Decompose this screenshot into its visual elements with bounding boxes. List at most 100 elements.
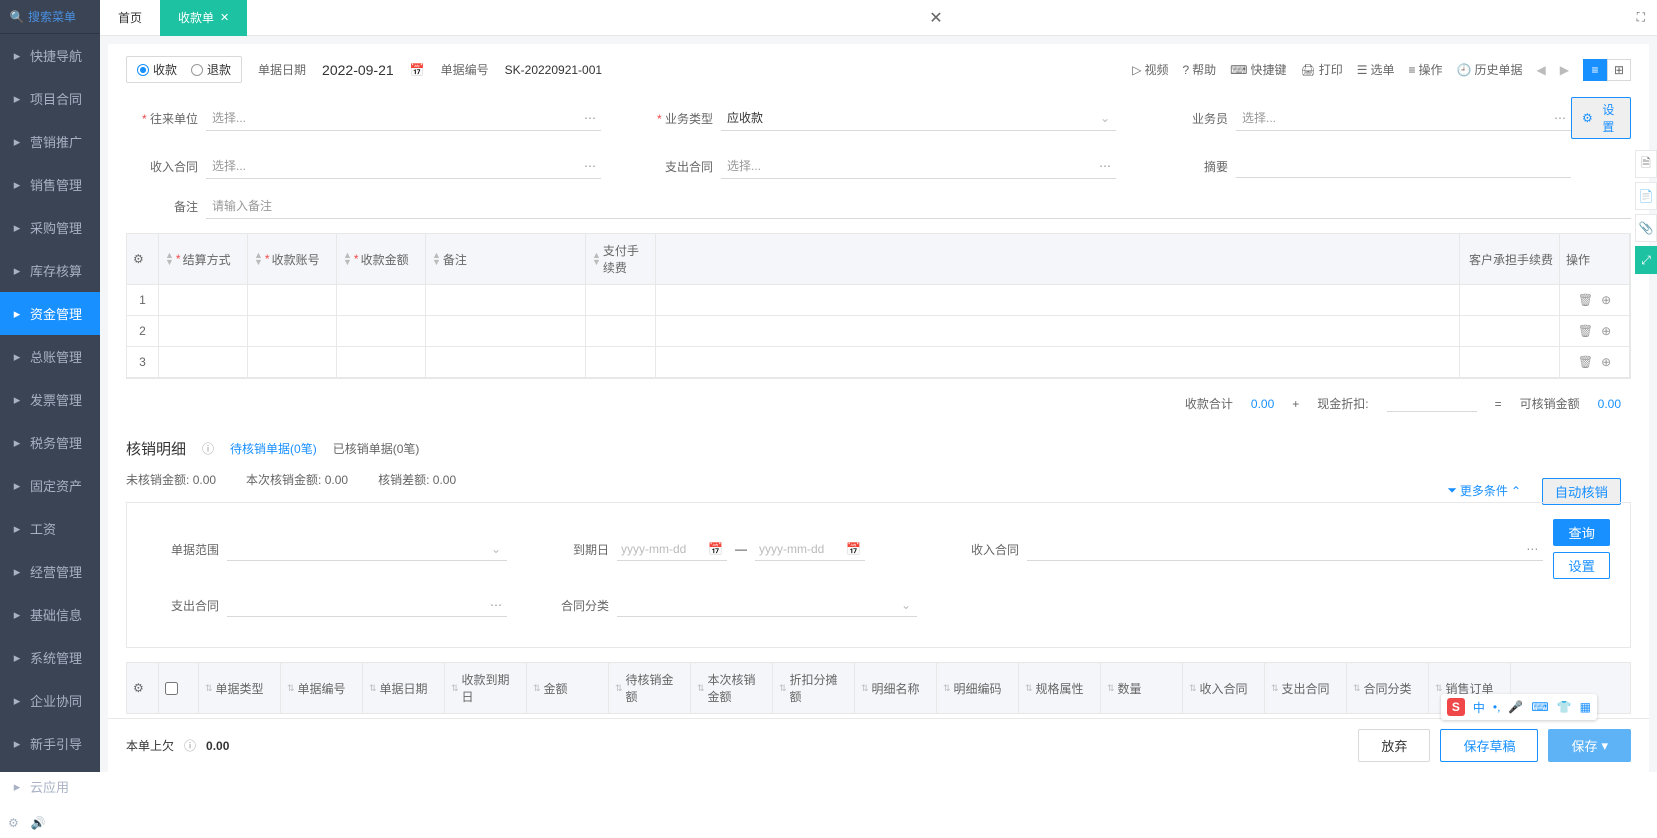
sidebar-item-0[interactable]: ▸快捷导航: [0, 34, 100, 77]
ime-skin-icon[interactable]: 👕: [1557, 700, 1572, 714]
sidebar-item-16[interactable]: ▸新手引导: [0, 722, 100, 765]
discount-input[interactable]: [1387, 396, 1477, 412]
calendar-icon[interactable]: 📅: [410, 63, 425, 77]
t1-col-4[interactable]: ▲▼支付手续费: [586, 234, 656, 285]
t2-col-13[interactable]: ⇅支出合同: [1265, 663, 1347, 713]
delete-icon[interactable]: 🗑: [1578, 355, 1593, 369]
pending-tab[interactable]: 待核销单据(0笔): [230, 440, 317, 457]
t1-col-0[interactable]: ▲▼* 结算方式: [159, 234, 248, 285]
save-draft-button[interactable]: 保存草稿: [1440, 729, 1538, 762]
search-menu[interactable]: 🔍 搜索菜单: [0, 0, 100, 34]
checkbox-all[interactable]: [159, 663, 199, 713]
t2-col-9[interactable]: ⇅明细编码: [937, 663, 1019, 713]
f-outcontract-input[interactable]: ⋯: [227, 593, 507, 617]
incontract-input[interactable]: 选择...⋯: [206, 153, 601, 179]
query-button[interactable]: 查询: [1553, 519, 1610, 546]
cell[interactable]: [337, 316, 426, 347]
sidebar-item-12[interactable]: ▸经营管理: [0, 550, 100, 593]
unit-input[interactable]: 选择...⋯: [206, 105, 601, 131]
sidebar-item-8[interactable]: ▸发票管理: [0, 378, 100, 421]
print-action[interactable]: 🖨 打印: [1301, 61, 1343, 78]
cell[interactable]: [248, 316, 337, 347]
sidebar-item-17[interactable]: ▸云应用: [0, 765, 100, 808]
info-icon[interactable]: ⓘ: [184, 737, 196, 754]
cell[interactable]: [248, 347, 337, 378]
f-cat-select[interactable]: ⌄: [617, 593, 917, 617]
cell[interactable]: [1460, 316, 1560, 347]
checkbox[interactable]: [165, 682, 178, 695]
t2-col-0[interactable]: ⇅单据类型: [199, 663, 281, 713]
tab-receipt[interactable]: 收款单 ✕: [160, 0, 247, 36]
hotkey-action[interactable]: ⌨ 快捷键: [1230, 61, 1286, 78]
t1-col-3[interactable]: ▲▼备注: [426, 234, 586, 285]
cell[interactable]: [586, 347, 656, 378]
sidebar-item-1[interactable]: ▸项目合同: [0, 77, 100, 120]
cell[interactable]: [159, 316, 248, 347]
sidebar-item-3[interactable]: ▸销售管理: [0, 163, 100, 206]
settings-button[interactable]: ⚙ 设置: [1571, 97, 1631, 139]
cell[interactable]: [586, 285, 656, 316]
more-icon[interactable]: ⋯: [1554, 111, 1565, 125]
f-incontract-input[interactable]: ⋯: [1027, 537, 1543, 561]
rail-attach-icon[interactable]: 📎: [1635, 214, 1657, 242]
remark-input[interactable]: 请输入备注: [206, 193, 1631, 219]
sidebar-item-14[interactable]: ▸系统管理: [0, 636, 100, 679]
operate-action[interactable]: ≡ 操作: [1409, 61, 1443, 78]
info-icon[interactable]: ⓘ: [202, 440, 214, 457]
sidebar-item-5[interactable]: ▸库存核算: [0, 249, 100, 292]
sidebar-item-7[interactable]: ▸总账管理: [0, 335, 100, 378]
t2-col-12[interactable]: ⇅收入合同: [1183, 663, 1265, 713]
ime-keyboard-icon[interactable]: ⌨: [1531, 700, 1548, 714]
add-icon[interactable]: ⊕: [1601, 355, 1611, 369]
table-row[interactable]: 3🗑⊕: [127, 347, 1630, 378]
t2-col-14[interactable]: ⇅合同分类: [1347, 663, 1429, 713]
rail-expand-icon[interactable]: ⤢: [1635, 246, 1657, 274]
summary-input[interactable]: [1236, 154, 1571, 178]
more-icon[interactable]: ⋯: [584, 159, 595, 173]
t1-col-1[interactable]: ▲▼* 收款账号: [248, 234, 337, 285]
cell[interactable]: [1460, 347, 1560, 378]
sales-input[interactable]: 选择...⋯: [1236, 105, 1571, 131]
t2-col-8[interactable]: ⇅明细名称: [855, 663, 937, 713]
cell[interactable]: [159, 285, 248, 316]
view-list-icon[interactable]: ≡: [1583, 59, 1607, 81]
more-icon[interactable]: ⋯: [490, 598, 501, 612]
fullscreen-icon[interactable]: ⛶: [1625, 10, 1657, 25]
cell[interactable]: [248, 285, 337, 316]
table-row[interactable]: 1🗑⊕: [127, 285, 1630, 316]
filter-set-button[interactable]: 设置: [1553, 552, 1610, 579]
date-value[interactable]: 2022-09-21: [322, 62, 394, 78]
cell[interactable]: [656, 347, 1460, 378]
delete-icon[interactable]: 🗑: [1578, 293, 1593, 307]
gear-header-icon[interactable]: ⚙: [127, 234, 159, 285]
t2-col-6[interactable]: ⇅本次核销金额: [691, 663, 773, 713]
prev-icon[interactable]: ◀: [1537, 63, 1546, 77]
history-action[interactable]: 🕘 历史单据: [1457, 61, 1523, 78]
discard-button[interactable]: 放弃: [1358, 729, 1430, 762]
cell[interactable]: [426, 285, 586, 316]
volume-icon[interactable]: 🔊: [31, 816, 46, 830]
rail-doc-icon[interactable]: 📄: [1635, 182, 1657, 210]
more-conditions[interactable]: ⏷ 更多条件 ⌃: [1447, 482, 1521, 499]
t2-col-7[interactable]: ⇅折扣分摊额: [773, 663, 855, 713]
scope-select[interactable]: ⌄: [227, 537, 507, 561]
t2-col-2[interactable]: ⇅单据日期: [363, 663, 445, 713]
cell[interactable]: [337, 285, 426, 316]
radio-receive[interactable]: 收款: [137, 61, 177, 78]
ime-lang[interactable]: 中: [1473, 699, 1485, 716]
sidebar-item-4[interactable]: ▸采购管理: [0, 206, 100, 249]
cell[interactable]: [426, 316, 586, 347]
t1-col-2[interactable]: ▲▼* 收款金额: [337, 234, 426, 285]
sidebar-item-13[interactable]: ▸基础信息: [0, 593, 100, 636]
next-icon[interactable]: ▶: [1560, 63, 1569, 77]
help-action[interactable]: ? 帮助: [1182, 61, 1216, 78]
cell[interactable]: [656, 316, 1460, 347]
tab-home[interactable]: 首页: [100, 0, 160, 36]
t2-col-3[interactable]: ⇅收款到期日: [445, 663, 527, 713]
gear-header-icon[interactable]: ⚙: [127, 663, 159, 713]
cell[interactable]: [159, 347, 248, 378]
sidebar-item-2[interactable]: ▸营销推广: [0, 120, 100, 163]
sidebar-item-11[interactable]: ▸工资: [0, 507, 100, 550]
done-tab[interactable]: 已核销单据(0笔): [333, 440, 420, 457]
cell[interactable]: [1460, 285, 1560, 316]
